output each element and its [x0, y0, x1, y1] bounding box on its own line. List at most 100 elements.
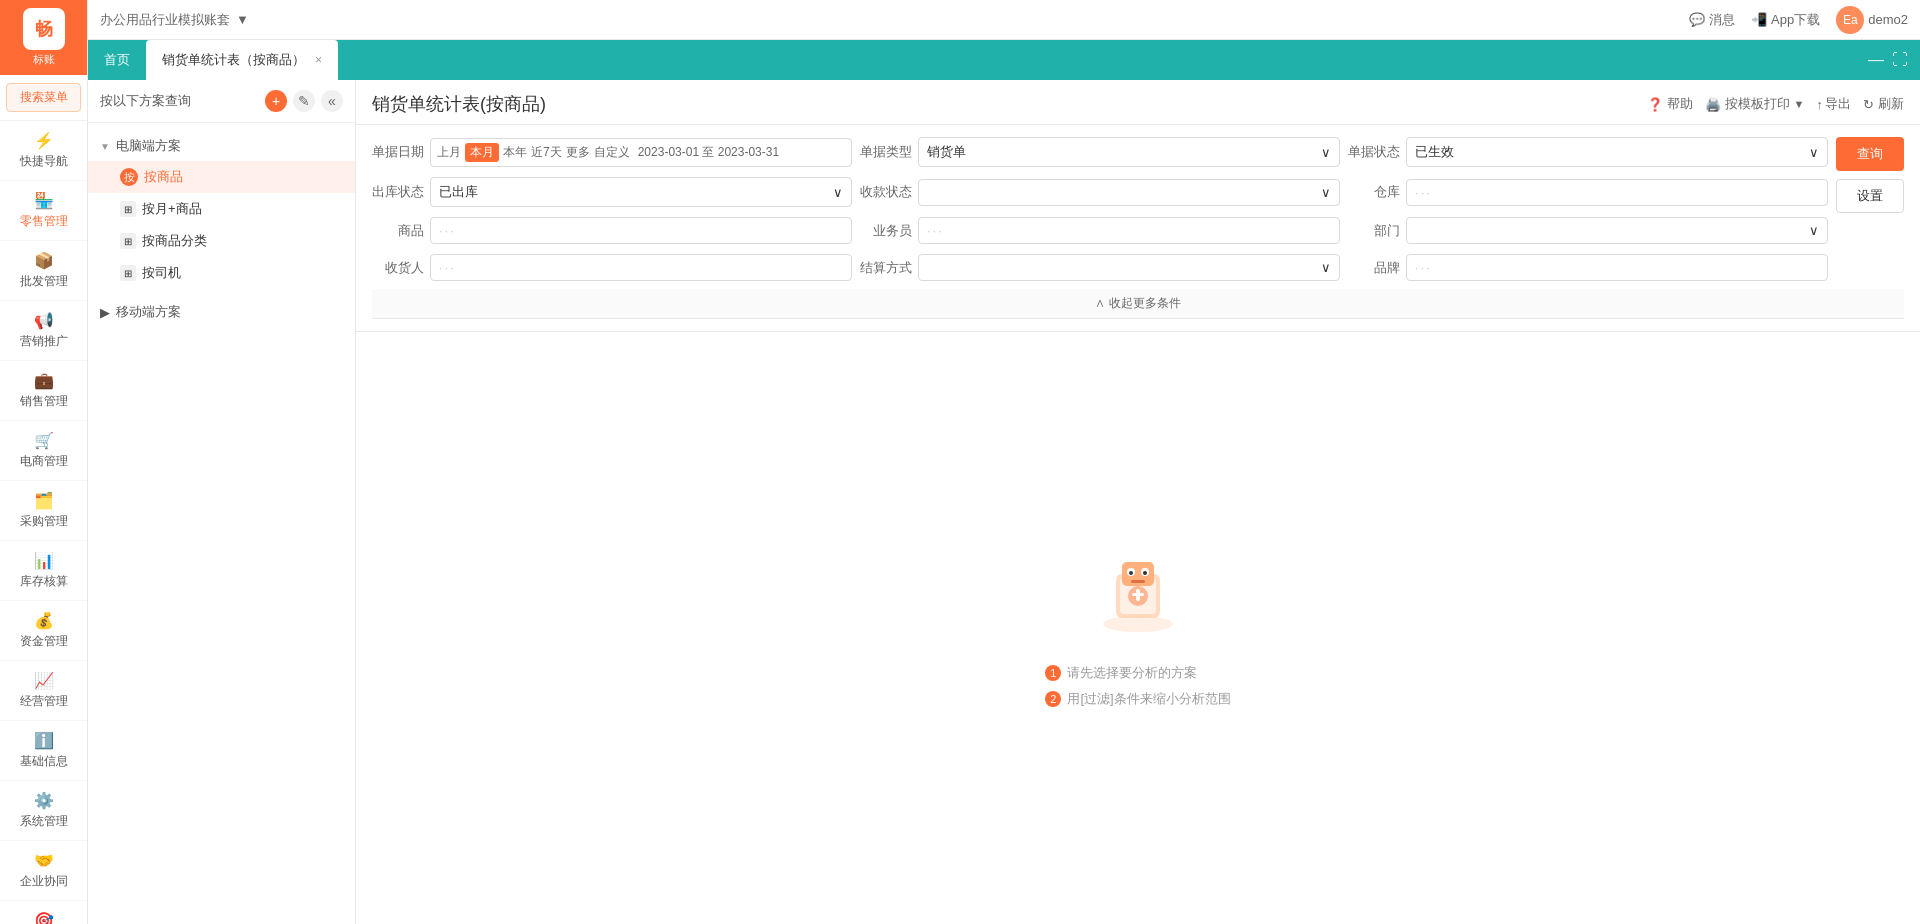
date-range-text: 2023-03-01 至 2023-03-31 [638, 144, 779, 161]
pc-scheme-section: ▼ 电脑端方案 按 按商品 ⊞ 按月+商品 ⊞ 按商品分类 ⊞ 按司机 [88, 123, 355, 297]
svg-point-0 [1103, 616, 1173, 632]
expand-arrow-icon: ▼ [100, 141, 110, 152]
tip-2-text: 用[过滤]条件来缩小分析范围 [1067, 686, 1230, 712]
tab-home[interactable]: 首页 [88, 40, 146, 80]
product-label: 商品 [372, 222, 424, 240]
content-area: 按以下方案查询 + ✎ « ▼ 电脑端方案 按 按商品 ⊞ 按月+ [88, 80, 1920, 924]
sidebar-item-system[interactable]: ⚙️ 系统管理 [0, 781, 87, 841]
sidebar-item-inventory[interactable]: 📊 库存核算 [0, 541, 87, 601]
current-month-tab[interactable]: 本月 [465, 143, 499, 162]
export-icon: ↑ [1817, 97, 1824, 112]
tree-item-by-month-product[interactable]: ⊞ 按月+商品 [88, 193, 355, 225]
tab-active[interactable]: 销货单统计表（按商品） × [146, 40, 338, 80]
sidebar-item-wholesale[interactable]: 📦 批发管理 [0, 241, 87, 301]
tab-close-icon[interactable]: × [315, 53, 322, 67]
receipt-status-label: 收款状态 [860, 183, 912, 201]
custom-tab[interactable]: 自定义 [594, 144, 630, 161]
current-year-tab[interactable]: 本年 [503, 144, 527, 161]
receipt-status-control: ∨ [918, 179, 1340, 206]
settlement-select[interactable]: ∨ [918, 254, 1340, 281]
receiver-label: 收货人 [372, 259, 424, 277]
sidebar-item-operation[interactable]: 📈 经营管理 [0, 661, 87, 721]
filter-department-item: 部门 ∨ [1348, 217, 1828, 244]
collapse-more-conditions[interactable]: ∧ 收起更多条件 [372, 289, 1904, 319]
sidebar-item-cooperation[interactable]: 🤝 企业协同 [0, 841, 87, 901]
by-product-icon: 按 [120, 168, 138, 186]
tree-item-by-product[interactable]: 按 按商品 [88, 161, 355, 193]
filter-doc-type-item: 单据类型 销货单 ∨ [860, 137, 1340, 167]
last-month-tab[interactable]: 上月 [437, 144, 461, 161]
date-picker[interactable]: 上月 本月 本年 近7天 更多 自定义 2023-03-01 至 2023-03… [430, 138, 852, 167]
minimize-icon[interactable]: — [1868, 51, 1884, 69]
refresh-button[interactable]: ↻ 刷新 [1863, 95, 1904, 113]
warehouse-control: ··· [1406, 179, 1828, 206]
filter-content: 单据日期 上月 本月 本年 近7天 更多 自定义 [372, 137, 1828, 281]
svg-point-9 [1129, 571, 1133, 575]
salesperson-input[interactable]: ··· [918, 217, 1340, 244]
breadcrumb-arrow: ▼ [236, 12, 249, 27]
sidebar-item-purchase[interactable]: 🗂️ 采购管理 [0, 481, 87, 541]
warehouse-input[interactable]: ··· [1406, 179, 1828, 206]
collapse-panel-button[interactable]: « [321, 90, 343, 112]
refresh-icon: ↻ [1863, 97, 1874, 112]
tree-item-by-category[interactable]: ⊞ 按商品分类 [88, 225, 355, 257]
sidebar-item-quick-nav[interactable]: ⚡ 快捷导航 [0, 121, 87, 181]
sidebar-item-guide[interactable]: 🎯 新手引导 [0, 901, 87, 924]
sidebar-item-sales[interactable]: 💼 销售管理 [0, 361, 87, 421]
last-7days-tab[interactable]: 近7天 [531, 144, 562, 161]
doc-type-label: 单据类型 [860, 143, 912, 161]
pc-section-title[interactable]: ▼ 电脑端方案 [88, 131, 355, 161]
brand-input[interactable]: ··· [1406, 254, 1828, 281]
left-panel-actions: + ✎ « [265, 90, 343, 112]
filter-row-4: 收货人 ··· 结算方式 [372, 254, 1828, 281]
warehouse-label: 仓库 [1348, 183, 1400, 201]
product-input[interactable]: ··· [430, 217, 852, 244]
doc-type-control: 销货单 ∨ [918, 137, 1340, 167]
sidebar-item-retail[interactable]: 🏪 零售管理 [0, 181, 87, 241]
message-action[interactable]: 💬 消息 [1689, 11, 1735, 29]
date-label: 单据日期 [372, 143, 424, 161]
more-tab[interactable]: 更多 [566, 144, 590, 161]
date-control: 上月 本月 本年 近7天 更多 自定义 2023-03-01 至 2023-03… [430, 138, 852, 167]
mobile-section-title[interactable]: ▶ 移动端方案 [88, 297, 355, 327]
receipt-status-select[interactable]: ∨ [918, 179, 1340, 206]
stock-status-select[interactable]: 已出库 ∨ [430, 177, 852, 207]
by-cashier-icon: ⊞ [120, 265, 136, 281]
export-button[interactable]: ↑ 导出 [1817, 95, 1852, 113]
main-content: 办公用品行业模拟账套 ▼ 💬 消息 📲 App下载 Ea demo2 首页 销货… [88, 0, 1920, 924]
empty-tips: 1 请先选择要分析的方案 2 用[过滤]条件来缩小分析范围 [1045, 660, 1230, 712]
user-profile[interactable]: Ea demo2 [1836, 6, 1908, 34]
doc-type-select[interactable]: 销货单 ∨ [918, 137, 1340, 167]
doc-status-select[interactable]: 已生效 ∨ [1406, 137, 1828, 167]
maximize-icon[interactable]: ⛶ [1892, 51, 1908, 69]
tip-2-num: 2 [1045, 691, 1061, 707]
query-button[interactable]: 查询 [1836, 137, 1904, 171]
help-icon: ❓ [1647, 97, 1663, 112]
by-month-product-icon: ⊞ [120, 201, 136, 217]
receiver-input[interactable]: ··· [430, 254, 852, 281]
breadcrumb-text: 办公用品行业模拟账套 [100, 11, 230, 29]
filter-row-2: 出库状态 已出库 ∨ 收款状态 [372, 177, 1828, 207]
sidebar-item-ecommerce[interactable]: 🛒 电商管理 [0, 421, 87, 481]
help-button[interactable]: ❓ 帮助 [1647, 95, 1693, 113]
app-download-action[interactable]: 📲 App下载 [1751, 11, 1820, 29]
message-icon: 💬 [1689, 12, 1705, 27]
edit-scheme-button[interactable]: ✎ [293, 90, 315, 112]
filter-product-item: 商品 ··· [372, 217, 852, 244]
settings-button[interactable]: 设置 [1836, 179, 1904, 213]
sidebar-item-marketing[interactable]: 📢 营销推广 [0, 301, 87, 361]
print-button[interactable]: 🖨️ 按模板打印 ▼ [1705, 95, 1805, 113]
sidebar-item-basic[interactable]: ℹ️ 基础信息 [0, 721, 87, 781]
filter-receiver-item: 收货人 ··· [372, 254, 852, 281]
sidebar-item-finance[interactable]: 💰 资金管理 [0, 601, 87, 661]
search-menu-button[interactable]: 搜索菜单 [6, 83, 81, 112]
print-arrow-icon: ▼ [1794, 98, 1805, 110]
department-select[interactable]: ∨ [1406, 217, 1828, 244]
receipt-status-arrow-icon: ∨ [1321, 185, 1331, 200]
download-icon: 📲 [1751, 12, 1767, 27]
brand-control: ··· [1406, 254, 1828, 281]
add-scheme-button[interactable]: + [265, 90, 287, 112]
doc-status-label: 单据状态 [1348, 143, 1400, 161]
by-category-icon: ⊞ [120, 233, 136, 249]
tree-item-by-cashier[interactable]: ⊞ 按司机 [88, 257, 355, 289]
